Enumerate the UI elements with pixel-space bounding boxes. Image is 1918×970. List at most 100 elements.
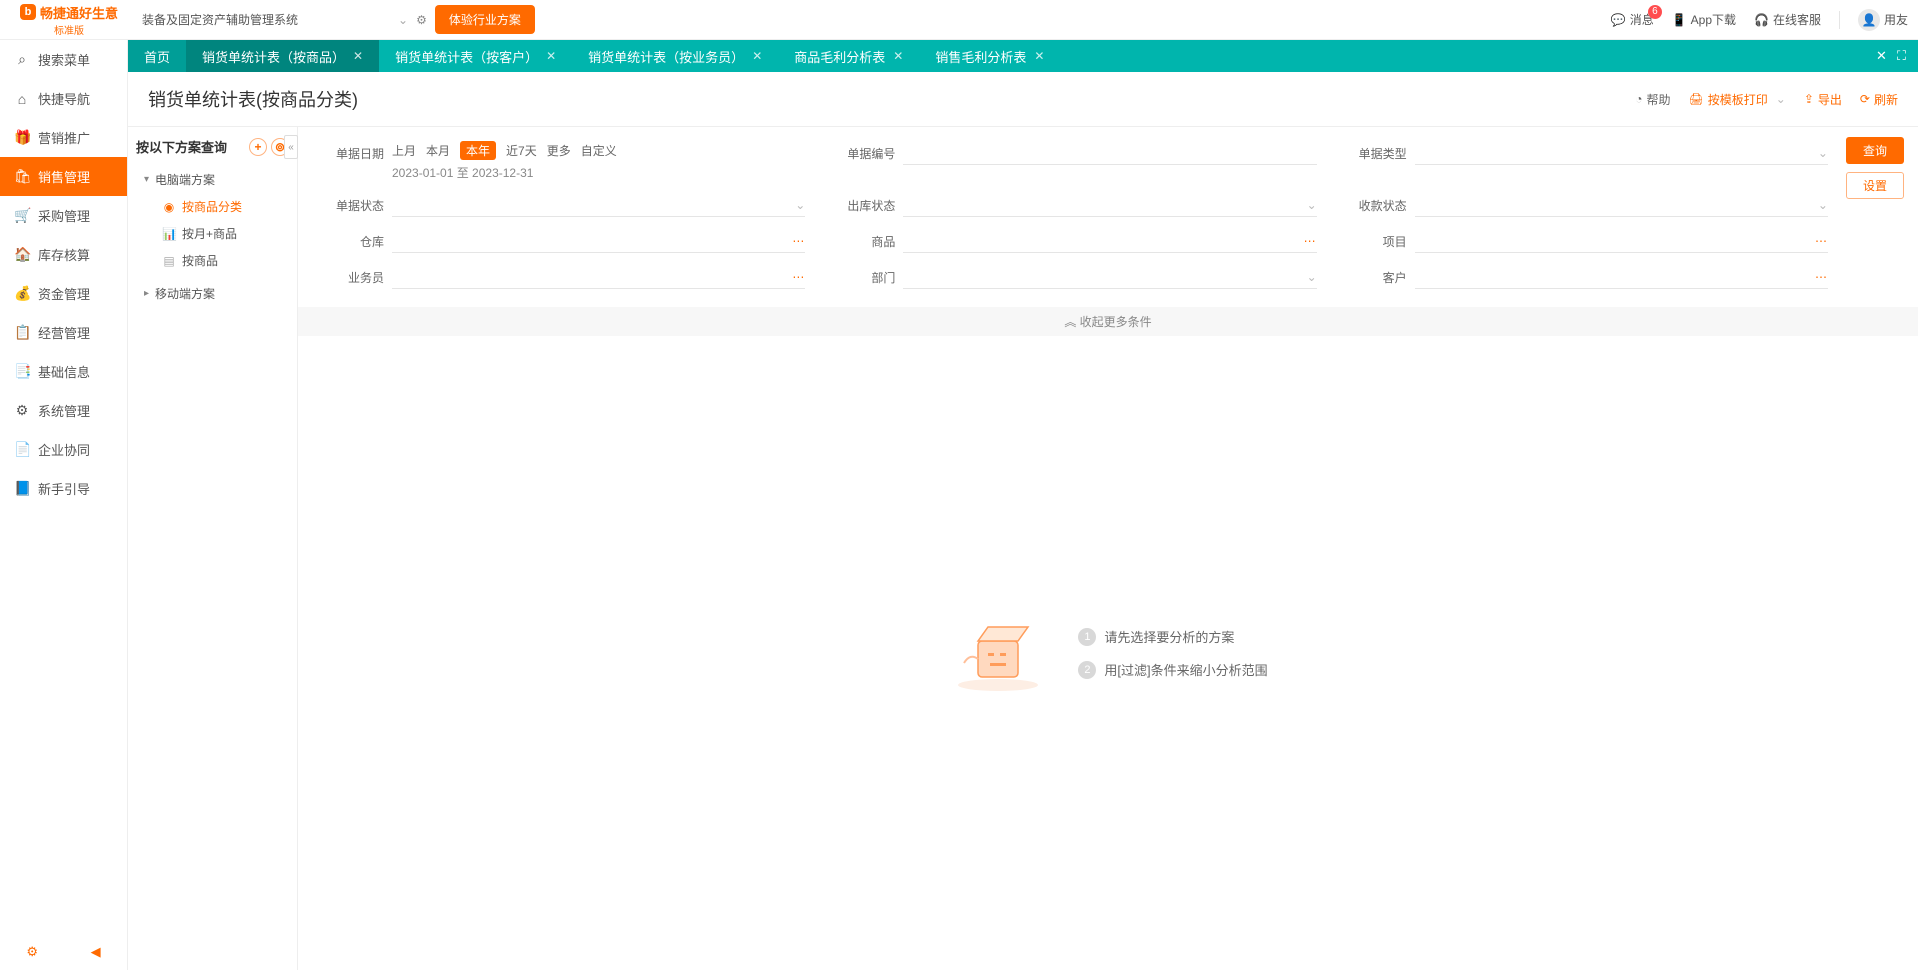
sidebar-item-7[interactable]: 📋经营管理 [0,313,127,352]
sidebar-item-label: 新手引导 [38,479,90,498]
sidebar-item-label: 搜索菜单 [38,50,90,69]
caret-right-icon: ▸ [144,288,149,299]
sidebar-item-1[interactable]: ⌂快捷导航 [0,79,127,118]
print-button[interactable]: 🖨按模板打印⌄ [1689,91,1786,108]
sidebar-item-10[interactable]: 📄企业协同 [0,430,127,469]
sidebar-item-4[interactable]: 🛒采购管理 [0,196,127,235]
sidebar-item-6[interactable]: 💰资金管理 [0,274,127,313]
username-label: 用友 [1884,11,1908,28]
sidebar-item-8[interactable]: 📑 基础信息 [0,352,127,391]
tab-3[interactable]: 销货单统计表（按业务员）✕ [572,40,778,72]
more-icon: ⋯ [792,270,805,284]
sidebar-icon: 🏠 [14,246,30,263]
close-icon[interactable]: ✕ [353,49,363,63]
user-menu[interactable]: 👤 用友 [1858,9,1908,31]
export-button[interactable]: ⇪导出 [1804,91,1842,108]
help-label: 帮助 [1647,91,1671,108]
date-custom[interactable]: 自定义 [581,142,617,159]
close-icon[interactable]: ✕ [1034,49,1044,63]
collapse-filters-button[interactable]: ︽ 收起更多条件 [298,307,1918,336]
date-this-year[interactable]: 本年 [460,141,496,160]
step-1-badge: 1 [1078,628,1096,646]
tab-4[interactable]: 商品毛利分析表✕ [778,40,919,72]
sidebar-icon: 📄 [14,441,30,458]
settings-icon[interactable]: ⚙ [26,944,38,960]
date-last-month[interactable]: 上月 [392,142,416,159]
tab-0[interactable]: 首页 [128,40,186,72]
filter-input-sales[interactable]: ⋯ [392,265,805,289]
system-selector[interactable]: 装备及固定资产辅助管理系统 ⌄ ⚙ 体验行业方案 [142,5,535,34]
sidebar-item-2[interactable]: 🎁营销推广 [0,118,127,157]
sidebar-icon: 📑 [14,363,30,380]
filter-input-dept[interactable]: ⌄ [903,265,1316,289]
help-link[interactable]: ◔帮助 [1635,91,1670,108]
filter-input-doctype[interactable]: ⌄ [1415,141,1828,165]
filter-input-docstatus[interactable]: ⌄ [392,193,805,217]
date-more[interactable]: 更多 [547,142,571,159]
scheme-panel: 按以下方案查询 + ⊚ « ▾电脑端方案 ◉按商品分类 📊按月+商品 ▤按商品 [128,127,298,970]
collapse-sidebar-icon[interactable]: ◀ [91,944,101,960]
sidebar-item-0[interactable]: ⌕搜索菜单 [0,40,127,79]
add-scheme-button[interactable]: + [249,138,267,156]
support-link[interactable]: 🎧 在线客服 [1754,11,1821,28]
sidebar-item-label: 采购管理 [38,206,90,225]
app-download-link[interactable]: 📱 App下载 [1672,11,1736,28]
print-label: 按模板打印 [1708,91,1768,108]
page-title: 销货单统计表(按商品分类) [148,86,358,112]
sidebar-item-label: 营销推广 [38,128,90,147]
empty-illustration [948,613,1048,693]
support-label: 在线客服 [1773,11,1821,28]
refresh-button[interactable]: ⟳ 刷新 [1860,91,1898,108]
settings-button[interactable]: 设置 [1846,172,1904,199]
date-range-display: 2023-01-01 至 2023-12-31 [392,164,805,181]
filter-input-customer[interactable]: ⋯ [1415,265,1828,289]
filter-input-product[interactable]: ⋯ [903,229,1316,253]
work-area: 按以下方案查询 + ⊚ « ▾电脑端方案 ◉按商品分类 📊按月+商品 ▤按商品 [128,126,1918,970]
brand: b 畅捷通好生意 标准版 [10,0,128,40]
refresh-label: 刷新 [1874,91,1898,108]
tab-label: 销货单统计表（按客户） [395,47,538,66]
gear-icon[interactable]: ⚙ [416,13,427,27]
sidebar-item-5[interactable]: 🏠库存核算 [0,235,127,274]
close-icon[interactable]: ✕ [546,49,556,63]
headset-icon: 🎧 [1754,13,1769,27]
date-this-month[interactable]: 本月 [426,142,450,159]
query-button[interactable]: 查询 [1846,137,1904,164]
close-icon[interactable]: ✕ [893,49,903,63]
sidebar-item-label: 销售管理 [38,167,90,186]
fullscreen-icon[interactable]: ⛶ [1897,48,1906,64]
close-all-tabs-icon[interactable]: ✕ [1876,48,1887,64]
tab-2[interactable]: 销货单统计表（按客户） ✕ [379,40,572,72]
sidebar-item-9[interactable]: ⚙系统管理 [0,391,127,430]
tree-group-mobile[interactable]: ▸移动端方案 [140,280,289,307]
tree-leaf-month-product[interactable]: 📊按月+商品 [158,220,289,247]
filter-input-docno[interactable] [903,141,1316,165]
collapse-scheme-panel[interactable]: « [284,135,298,159]
refresh-icon: ⟳ [1860,92,1870,106]
filter-input-project[interactable]: ⋯ [1415,229,1828,253]
filter-label-sales: 业务员 [314,265,384,286]
messages-link[interactable]: 💬 消息 6 [1611,11,1654,28]
app-download-label: App下载 [1691,11,1736,28]
tab-5[interactable]: 销售毛利分析表✕ [919,40,1060,72]
tree-group-pc[interactable]: ▾电脑端方案 [140,166,289,193]
filter-label-customer: 客户 [1337,265,1407,286]
sidebar-item-11[interactable]: 📘新手引导 [0,469,127,508]
filter-input-outstatus[interactable]: ⌄ [903,193,1316,217]
sidebar-item-label: 基础信息 [38,362,90,381]
tree-leaf-product-category[interactable]: ◉按商品分类 [158,193,289,220]
filter-label-dept: 部门 [825,265,895,286]
filter-label-docstatus: 单据状态 [314,193,384,214]
brand-subtitle: 标准版 [54,22,84,37]
industry-plan-button[interactable]: 体验行业方案 [435,5,535,34]
filter-input-warehouse[interactable]: ⋯ [392,229,805,253]
export-label: 导出 [1818,91,1842,108]
sidebar-icon: ⌂ [14,91,30,107]
sidebar-item-3[interactable]: 🛍销售管理 [0,157,127,196]
filter-input-paystatus[interactable]: ⌄ [1415,193,1828,217]
close-icon[interactable]: ✕ [752,49,762,63]
tree-leaf-product[interactable]: ▤按商品 [158,247,289,274]
topbar: b 畅捷通好生意 标准版 装备及固定资产辅助管理系统 ⌄ ⚙ 体验行业方案 💬 … [0,0,1918,40]
date-recent-7[interactable]: 近7天 [506,142,537,159]
tab-1[interactable]: 销货单统计表（按商品）✕ [186,40,379,72]
